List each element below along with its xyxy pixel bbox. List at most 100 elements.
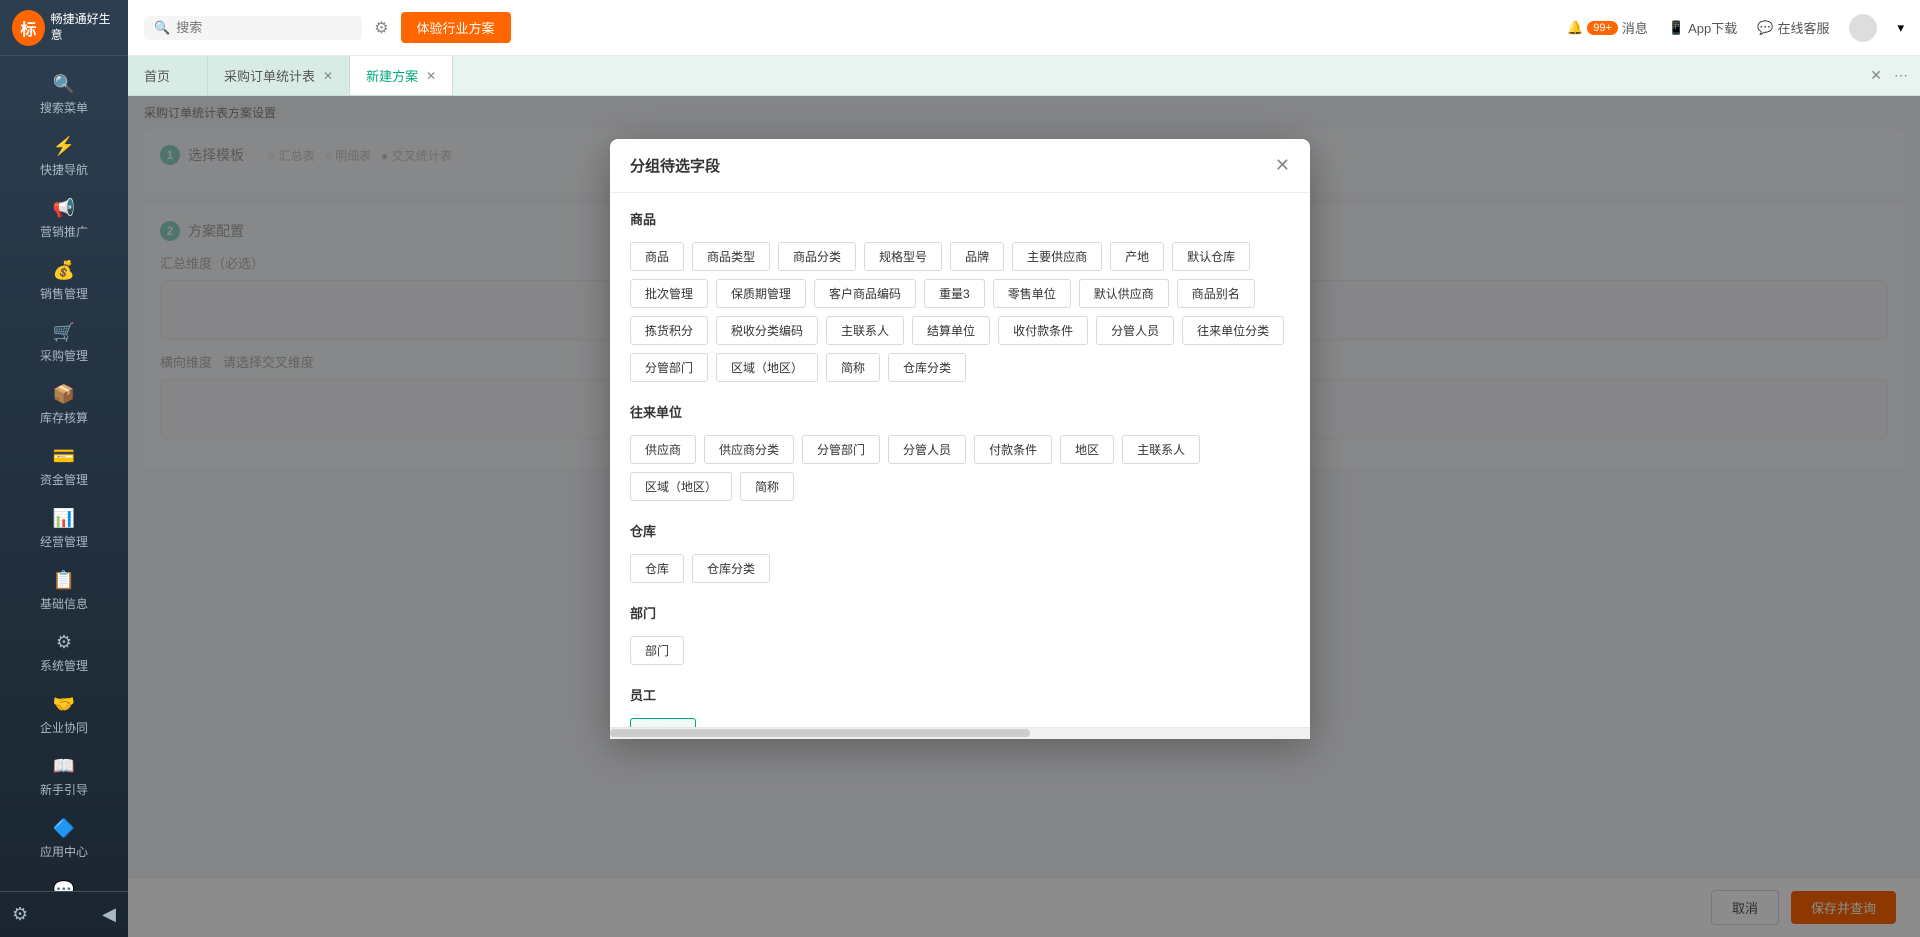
app-download-item[interactable]: 📱 App下载 — [1668, 18, 1737, 37]
field-chip-payment_terms2[interactable]: 付款条件 — [974, 435, 1052, 464]
field-chip-default_supplier[interactable]: 默认供应商 — [1079, 279, 1169, 308]
sidebar: 标 畅捷通好生意 🔍搜索菜单⚡快捷导航📢营销推广💰销售管理🛒采购管理📦库存核算💳… — [0, 0, 128, 937]
field-chip-brand[interactable]: 品牌 — [950, 242, 1004, 271]
field-chip-short_name[interactable]: 简称 — [826, 353, 880, 382]
field-chip-product_category[interactable]: 商品分类 — [778, 242, 856, 271]
tab-minimize-icon[interactable]: ✕ — [1870, 67, 1882, 84]
field-chip-short_name2[interactable]: 简称 — [740, 472, 794, 501]
search-icon: 🔍 — [154, 20, 170, 36]
field-chip-region2[interactable]: 地区 — [1060, 435, 1114, 464]
sales-icon: 💰 — [53, 260, 75, 281]
sidebar-item-label: 新手引导 — [40, 781, 88, 798]
field-chip-warehouse_category[interactable]: 仓库分类 — [888, 353, 966, 382]
field-chip-payment_terms[interactable]: 收付款条件 — [998, 316, 1088, 345]
field-chip-batch_manage[interactable]: 批次管理 — [630, 279, 708, 308]
sidebar-item-label: 库存核算 — [40, 409, 88, 426]
settings-icon[interactable]: ⚙ — [12, 904, 28, 925]
sidebar-item-label: 基础信息 — [40, 595, 88, 612]
logo-text: 畅捷通好生意 — [51, 12, 116, 43]
field-chip-origin[interactable]: 产地 — [1110, 242, 1164, 271]
field-chip-product_type[interactable]: 商品类型 — [692, 242, 770, 271]
tab-home[interactable]: 首页 — [128, 56, 208, 95]
sidebar-item-apps[interactable]: 🔷应用中心 — [0, 808, 128, 870]
field-chip-tax_category_code[interactable]: 税收分类编码 — [716, 316, 818, 345]
sidebar-item-purchase[interactable]: 🛒采购管理 — [0, 312, 128, 374]
field-chip-main_contact[interactable]: 主联系人 — [826, 316, 904, 345]
sidebar-item-guide[interactable]: 📖新手引导 — [0, 746, 128, 808]
sidebar-item-operation[interactable]: 📊经营管理 — [0, 498, 128, 560]
section-title-department: 部门 — [630, 603, 1290, 626]
field-chip-pick_score[interactable]: 拣货积分 — [630, 316, 708, 345]
tab-close-new_plan[interactable]: ✕ — [426, 69, 436, 83]
sidebar-item-stock[interactable]: 📦库存核算 — [0, 374, 128, 436]
sidebar-item-marketing[interactable]: 📢营销推广 — [0, 188, 128, 250]
sidebar-item-wechat[interactable]: 💬企业微信 — [0, 870, 128, 891]
tab-purchase_stats[interactable]: 采购订单统计表✕ — [208, 56, 350, 95]
sidebar-nav: 🔍搜索菜单⚡快捷导航📢营销推广💰销售管理🛒采购管理📦库存核算💳资金管理📊经营管理… — [0, 56, 128, 891]
system-icon: ⚙ — [56, 632, 72, 653]
field-chip-shelf_life_manage[interactable]: 保质期管理 — [716, 279, 806, 308]
field-chip-supplier_category[interactable]: 供应商分类 — [704, 435, 794, 464]
field-chip-warehouse_cat[interactable]: 仓库分类 — [692, 554, 770, 583]
download-icon: 📱 — [1668, 20, 1684, 36]
field-chip-manager[interactable]: 分管人员 — [1096, 316, 1174, 345]
sidebar-item-system[interactable]: ⚙系统管理 — [0, 622, 128, 684]
field-chip-manage_dept2[interactable]: 分管部门 — [802, 435, 880, 464]
notification-badge: 99+ — [1587, 21, 1618, 35]
collapse-icon[interactable]: ◀ — [102, 904, 116, 925]
field-chip-retail_unit[interactable]: 零售单位 — [993, 279, 1071, 308]
logo-icon: 标 — [12, 10, 45, 46]
sidebar-item-finance[interactable]: 💳资金管理 — [0, 436, 128, 498]
field-chip-main_supplier[interactable]: 主要供应商 — [1012, 242, 1102, 271]
header-right: 🔔 99+ 消息 📱 App下载 💬 在线客服 ▾ — [1567, 14, 1904, 42]
field-chip-customer_code[interactable]: 客户商品编码 — [814, 279, 916, 308]
avatar[interactable] — [1849, 14, 1877, 42]
field-chip-manage_dept[interactable]: 分管部门 — [630, 353, 708, 382]
sidebar-item-coop[interactable]: 🤝企业协同 — [0, 684, 128, 746]
trial-button[interactable]: 体验行业方案 — [401, 12, 511, 43]
tab-label: 新建方案 — [366, 66, 418, 85]
field-chip-product_alias[interactable]: 商品别名 — [1177, 279, 1255, 308]
modal-header: 分组待选字段 ✕ — [610, 139, 1310, 193]
modal-title: 分组待选字段 — [630, 155, 720, 176]
field-chip-weight3[interactable]: 重量3 — [924, 279, 985, 308]
field-chip-region[interactable]: 区域（地区） — [716, 353, 818, 382]
field-chip-manage_staff[interactable]: 分管人员 — [888, 435, 966, 464]
field-chip-dept[interactable]: 部门 — [630, 636, 684, 665]
field-chip-main_contact2[interactable]: 主联系人 — [1122, 435, 1200, 464]
field-chip-supplier[interactable]: 供应商 — [630, 435, 696, 464]
tab-close-purchase_stats[interactable]: ✕ — [323, 69, 333, 83]
wechat-icon: 💬 — [53, 880, 75, 891]
field-chip-default_warehouse[interactable]: 默认仓库 — [1172, 242, 1250, 271]
online-service-item[interactable]: 💬 在线客服 — [1757, 18, 1829, 37]
gear-icon[interactable]: ⚙ — [374, 18, 388, 38]
modal-body: 商品商品商品类型商品分类规格型号品牌主要供应商产地默认仓库批次管理保质期管理客户… — [610, 193, 1310, 727]
online-service-label: 在线客服 — [1777, 18, 1829, 37]
section-department: 部门部门 — [630, 603, 1290, 665]
section-counterparty: 往来单位供应商供应商分类分管部门分管人员付款条件地区主联系人区域（地区）简称 — [630, 402, 1290, 501]
notification-icon: 🔔 — [1567, 20, 1583, 36]
sidebar-item-sales[interactable]: 💰销售管理 — [0, 250, 128, 312]
sidebar-bottom: ⚙ ◀ — [0, 891, 128, 937]
tab-expand-icon[interactable]: ⋯ — [1894, 67, 1908, 84]
horizontal-scrollbar[interactable] — [610, 727, 1310, 739]
sidebar-item-label: 资金管理 — [40, 471, 88, 488]
apps-icon: 🔷 — [53, 818, 75, 839]
field-chip-warehouse[interactable]: 仓库 — [630, 554, 684, 583]
search-input[interactable] — [176, 20, 352, 35]
modal-close-button[interactable]: ✕ — [1275, 155, 1290, 176]
sidebar-item-search[interactable]: 🔍搜索菜单 — [0, 64, 128, 126]
field-chip-spec_model[interactable]: 规格型号 — [864, 242, 942, 271]
tab-new_plan[interactable]: 新建方案 ✕ — [350, 56, 453, 95]
notification-item[interactable]: 🔔 99+ 消息 — [1567, 18, 1648, 37]
field-chip-product[interactable]: 商品 — [630, 242, 684, 271]
field-chip-source_unit_category[interactable]: 往来单位分类 — [1182, 316, 1284, 345]
field-chip-settlement_unit[interactable]: 结算单位 — [912, 316, 990, 345]
header: 🔍 ⚙ 体验行业方案 🔔 99+ 消息 📱 App下载 💬 在线客服 ▾ — [128, 0, 1920, 56]
field-chip-salesperson[interactable]: 业务员 — [630, 718, 696, 727]
user-menu-icon[interactable]: ▾ — [1897, 20, 1904, 36]
field-chip-region_area[interactable]: 区域（地区） — [630, 472, 732, 501]
logo-area: 标 畅捷通好生意 — [0, 0, 128, 56]
sidebar-item-basic[interactable]: 📋基础信息 — [0, 560, 128, 622]
sidebar-item-quick[interactable]: ⚡快捷导航 — [0, 126, 128, 188]
